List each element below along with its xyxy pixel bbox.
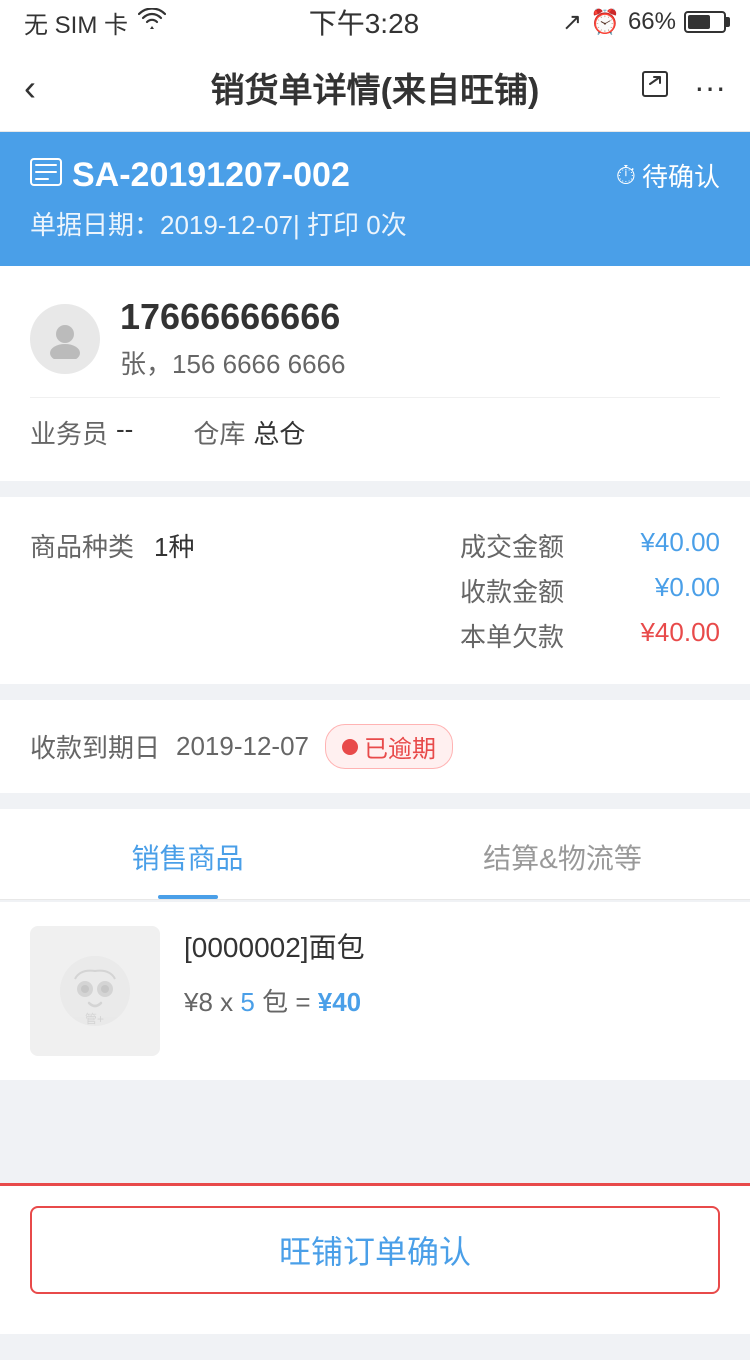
nav-actions: ··· (640, 69, 726, 107)
order-date: 单据日期：2019-12-07| 打印 0次 (30, 205, 720, 242)
amount-row: 成交金额 ¥40.00 (460, 527, 720, 564)
product-quantity: 5 (240, 987, 254, 1017)
product-formula: ¥8 x 5 包 = ¥40 (184, 982, 720, 1019)
amount-label: 成交金额 (460, 527, 564, 564)
share-button[interactable] (640, 69, 670, 107)
product-unit: 包 (262, 987, 288, 1017)
warehouse-label: 仓库 (193, 414, 245, 451)
order-id: SA-20191207-002 (30, 156, 350, 195)
product-card: 管+ [0000002]面包 ¥8 x 5 包 = ¥40 (0, 902, 750, 1080)
due-card: 收款到期日 2019-12-07 已逾期 (0, 700, 750, 793)
due-date: 2019-12-07 (176, 731, 309, 762)
overdue-text: 已逾期 (364, 729, 436, 764)
sales-meta: 业务员 -- (30, 414, 133, 451)
page-title: 销货单详情(来自旺铺) (211, 63, 540, 112)
order-id-icon (30, 156, 62, 195)
owed-row: 本单欠款 ¥40.00 (460, 617, 720, 654)
warehouse-meta: 仓库 总仓 (193, 414, 305, 451)
order-status: ⏱ 待确认 (616, 157, 720, 194)
customer-phone: 17666666666 (120, 296, 346, 338)
customer-name: 张，156 6666 6666 (120, 344, 346, 381)
status-clock-icon: ⏱ (616, 160, 636, 192)
svg-text:管+: 管+ (85, 1011, 104, 1026)
product-total: ¥40 (318, 987, 361, 1017)
divider (30, 397, 720, 398)
received-label: 收款金额 (460, 572, 564, 609)
product-price: ¥8 (184, 987, 213, 1017)
nav-bar: ‹ 销货单详情(来自旺铺) ··· (0, 44, 750, 132)
multiply-sign: x (220, 987, 240, 1017)
carrier-text: 无 SIM 卡 (24, 5, 128, 40)
location-icon: ↗ (562, 8, 582, 37)
product-image: 管+ (30, 926, 160, 1056)
customer-meta: 业务员 -- 仓库 总仓 (30, 414, 720, 451)
category-label: 商品种类 (30, 527, 134, 564)
tab-sales-products[interactable]: 销售商品 (0, 809, 375, 899)
more-button[interactable]: ··· (694, 69, 726, 106)
received-value: ¥0.00 (655, 572, 720, 609)
avatar (30, 304, 100, 374)
product-info: [0000002]面包 ¥8 x 5 包 = ¥40 (184, 926, 720, 1019)
battery-percent: 66% (628, 8, 676, 36)
sales-value: -- (116, 414, 133, 451)
status-right: ↗ ⏰ 66% (562, 8, 726, 37)
customer-info: 17666666666 张，156 6666 6666 (120, 296, 346, 381)
overdue-dot-icon (342, 739, 358, 755)
order-header-top: SA-20191207-002 ⏱ 待确认 (30, 156, 720, 195)
status-time: 下午3:28 (309, 2, 420, 42)
customer-card: 17666666666 张，156 6666 6666 业务员 -- 仓库 总仓 (0, 266, 750, 481)
owed-label: 本单欠款 (460, 617, 564, 654)
summary-right: 成交金额 ¥40.00 收款金额 ¥0.00 本单欠款 ¥40.00 (375, 527, 720, 654)
category-value: 1种 (154, 527, 194, 564)
summary-card: 商品种类 1种 成交金额 ¥40.00 收款金额 ¥0.00 本单欠款 ¥40.… (0, 497, 750, 684)
tab-settlement-logistics[interactable]: 结算&物流等 (375, 809, 750, 899)
wifi-icon (138, 8, 166, 37)
status-text: 待确认 (642, 157, 720, 194)
received-row: 收款金额 ¥0.00 (460, 572, 720, 609)
tabs: 销售商品 结算&物流等 (0, 809, 750, 900)
sales-label: 业务员 (30, 414, 108, 451)
equal-sign: = (295, 987, 317, 1017)
warehouse-value: 总仓 (253, 414, 305, 451)
clock-icon: ⏰ (590, 8, 620, 37)
confirm-order-button[interactable]: 旺铺订单确认 (30, 1206, 720, 1294)
due-label: 收款到期日 (30, 728, 160, 765)
summary-left: 商品种类 1种 (30, 527, 375, 564)
order-header-card: SA-20191207-002 ⏱ 待确认 单据日期：2019-12-07| 打… (0, 132, 750, 266)
confirm-btn-container: 旺铺订单确认 (0, 1183, 750, 1334)
status-left: 无 SIM 卡 (24, 5, 166, 40)
owed-value: ¥40.00 (640, 617, 720, 654)
overdue-badge: 已逾期 (325, 724, 453, 769)
back-button[interactable]: ‹ (14, 57, 46, 119)
product-name: [0000002]面包 (184, 926, 720, 966)
battery-icon (684, 11, 726, 33)
amount-value: ¥40.00 (640, 527, 720, 564)
customer-header: 17666666666 张，156 6666 6666 (30, 296, 720, 381)
status-bar: 无 SIM 卡 下午3:28 ↗ ⏰ 66% (0, 0, 750, 44)
